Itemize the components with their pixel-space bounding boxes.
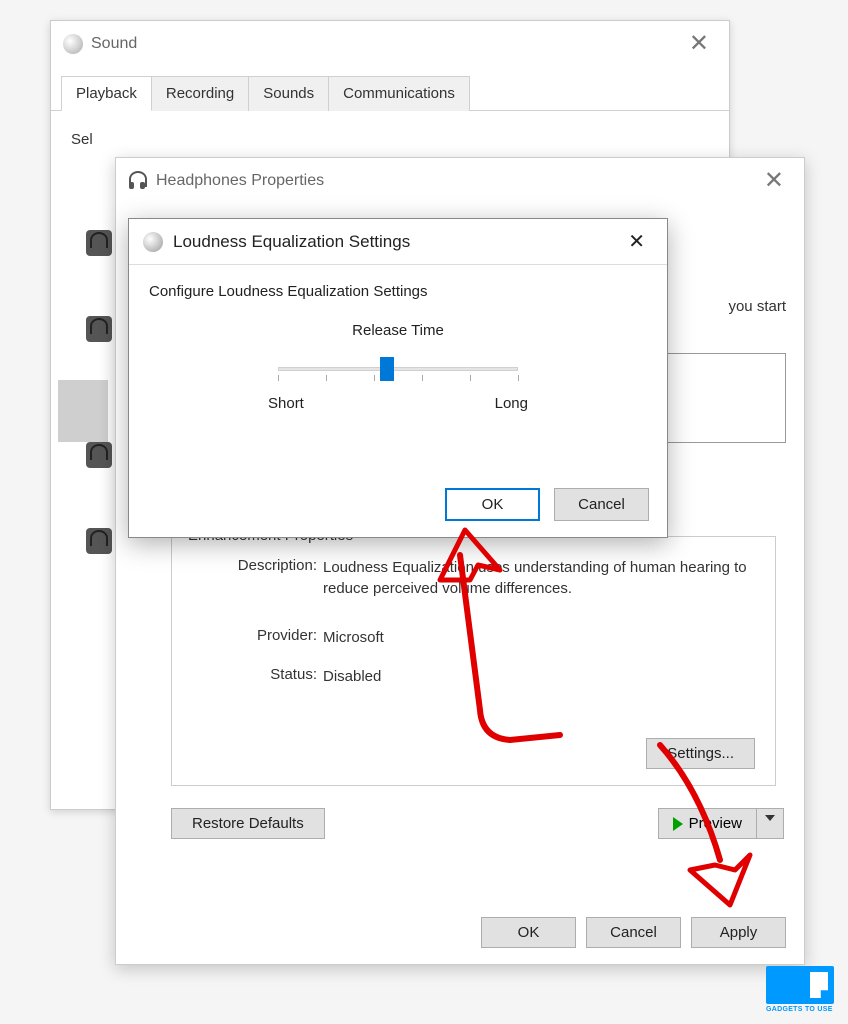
headphones-icon: [86, 316, 112, 342]
tab-recording[interactable]: Recording: [151, 76, 249, 111]
ok-button[interactable]: OK: [481, 917, 576, 948]
loudness-title: Loudness Equalization Settings: [173, 232, 620, 252]
headphones-titlebar: Headphones Properties ✕: [116, 158, 804, 203]
preview-button[interactable]: Preview: [658, 808, 757, 839]
cancel-button[interactable]: Cancel: [586, 917, 681, 948]
description-row: Description: Loudness Equalization uses …: [222, 557, 775, 599]
sound-tabs: Playback Recording Sounds Communications: [51, 76, 729, 111]
enhancement-properties-group: Enhancement Properties Description: Loud…: [171, 536, 776, 786]
release-time-slider[interactable]: [278, 353, 518, 385]
preview-label: Preview: [689, 815, 742, 832]
close-icon[interactable]: ✕: [681, 29, 717, 58]
provider-value: Microsoft: [323, 627, 775, 648]
sound-titlebar: Sound ✕: [51, 21, 729, 66]
device-list: [86, 230, 118, 614]
logo-text: GADGETS TO USE: [766, 1006, 838, 1013]
description-label: Description:: [222, 557, 317, 599]
tab-communications[interactable]: Communications: [328, 76, 470, 111]
status-row: Status: Disabled: [222, 666, 775, 687]
headphones-title: Headphones Properties: [156, 172, 756, 190]
provider-row: Provider: Microsoft: [222, 627, 775, 648]
dialog-subtitle: Configure Loudness Equalization Settings: [149, 283, 647, 300]
status-label: Status:: [222, 666, 317, 687]
slider-max-label: Long: [495, 395, 528, 412]
selected-device-highlight: [58, 380, 108, 442]
content-text: Sel: [71, 131, 93, 148]
slider-range-labels: Short Long: [258, 395, 538, 412]
status-value: Disabled: [323, 666, 775, 687]
partial-text: you start: [728, 298, 786, 315]
gadgets-to-use-logo: GADGETS TO USE: [766, 966, 838, 1016]
play-icon: [673, 817, 683, 831]
speaker-icon: [143, 232, 163, 252]
restore-defaults-button[interactable]: Restore Defaults: [171, 808, 325, 839]
dialog-buttons: OK Cancel: [445, 488, 649, 521]
sound-title: Sound: [91, 35, 681, 53]
ok-button[interactable]: OK: [445, 488, 540, 521]
slider-label: Release Time: [149, 322, 647, 339]
apply-button[interactable]: Apply: [691, 917, 786, 948]
close-icon[interactable]: ✕: [756, 166, 792, 195]
headphones-icon: [128, 171, 148, 191]
cancel-button[interactable]: Cancel: [554, 488, 649, 521]
release-time-slider-group: Release Time Short Long: [149, 322, 647, 412]
sound-icon: [63, 34, 83, 54]
tab-sounds[interactable]: Sounds: [248, 76, 329, 111]
description-value: Loudness Equalization uses understanding…: [323, 557, 775, 599]
headphones-icon: [86, 528, 112, 554]
headphones-icon: [86, 442, 112, 468]
dialog-body: Configure Loudness Equalization Settings…: [129, 265, 667, 430]
provider-label: Provider:: [222, 627, 317, 648]
tab-playback[interactable]: Playback: [61, 76, 152, 111]
dialog-buttons: OK Cancel Apply: [481, 917, 786, 948]
slider-min-label: Short: [268, 395, 304, 412]
preview-dropdown-button[interactable]: [757, 808, 784, 839]
loudness-titlebar: Loudness Equalization Settings ✕: [129, 219, 667, 265]
enhancements-list-box: [656, 353, 786, 443]
chevron-down-icon: [765, 815, 775, 821]
close-icon[interactable]: ✕: [620, 229, 653, 254]
preview-button-group: Preview: [658, 808, 784, 839]
loudness-equalization-dialog: Loudness Equalization Settings ✕ Configu…: [128, 218, 668, 538]
slider-thumb[interactable]: [380, 357, 394, 381]
settings-button[interactable]: Settings...: [646, 738, 755, 769]
headphones-icon: [86, 230, 112, 256]
